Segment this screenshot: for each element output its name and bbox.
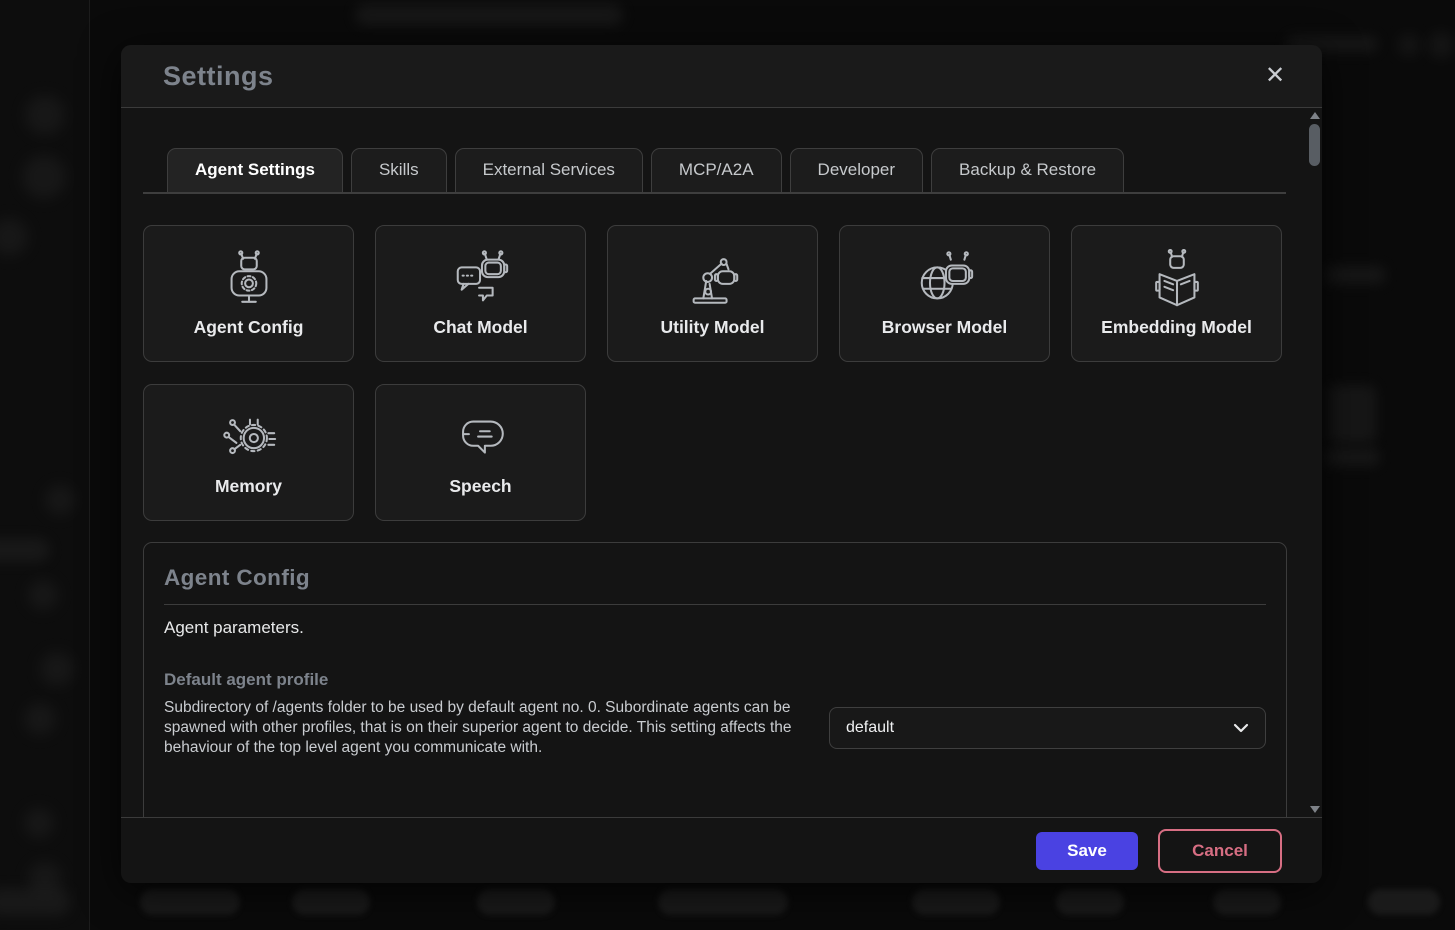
select-value: default xyxy=(846,719,894,737)
card-label: Memory xyxy=(215,476,282,497)
dimmed-shape xyxy=(1324,266,1386,284)
cancel-button[interactable]: Cancel xyxy=(1158,829,1282,873)
dimmed-shape xyxy=(25,95,65,135)
background-sidebar xyxy=(0,0,90,930)
scroll-down-icon[interactable] xyxy=(1310,806,1320,813)
dimmed-toolbar-pill xyxy=(658,889,788,915)
dimmed-shape xyxy=(1324,448,1380,466)
card-label: Utility Model xyxy=(660,317,764,338)
section-subtitle: Agent parameters. xyxy=(164,618,1266,638)
dimmed-toolbar-pill xyxy=(1056,889,1124,915)
dimmed-shape xyxy=(28,580,58,610)
dimmed-toolbar-pill xyxy=(1213,889,1281,915)
tab-backup-restore[interactable]: Backup & Restore xyxy=(931,148,1124,192)
card-embedding-model[interactable]: Embedding Model xyxy=(1071,225,1282,362)
speech-bubble-icon xyxy=(448,408,514,470)
section-divider xyxy=(164,604,1266,605)
dimmed-shape xyxy=(22,155,66,199)
default-agent-profile-field: Default agent profile Subdirectory of /a… xyxy=(164,670,1266,758)
card-memory[interactable]: Memory xyxy=(143,384,354,521)
book-robot-icon xyxy=(1144,249,1210,311)
default-agent-profile-select[interactable]: default xyxy=(829,707,1266,749)
dimmed-toolbar-pill xyxy=(477,889,555,915)
dimmed-toolbar-pill xyxy=(292,889,370,915)
circuit-gear-icon xyxy=(216,408,282,470)
dimmed-shape xyxy=(40,652,74,686)
card-label: Embedding Model xyxy=(1101,317,1252,338)
card-speech[interactable]: Speech xyxy=(375,384,586,521)
card-label: Agent Config xyxy=(194,317,304,338)
settings-modal: Settings ✕ Agent Settings Skills Externa… xyxy=(121,45,1322,883)
tab-mcp-a2a[interactable]: MCP/A2A xyxy=(651,148,782,192)
field-description: Subdirectory of /agents folder to be use… xyxy=(164,698,804,758)
dimmed-shape xyxy=(24,808,54,838)
close-button[interactable]: ✕ xyxy=(1258,59,1292,93)
robot-gear-icon xyxy=(216,249,282,311)
dimmed-shape xyxy=(0,538,50,562)
tab-agent-settings[interactable]: Agent Settings xyxy=(167,148,343,192)
scrollbar-thumb[interactable] xyxy=(1309,124,1320,166)
card-label: Speech xyxy=(449,476,511,497)
chat-robot-icon xyxy=(448,249,514,311)
card-agent-config[interactable]: Agent Config xyxy=(143,225,354,362)
modal-header: Settings ✕ xyxy=(121,45,1322,108)
dimmed-toolbar-pill xyxy=(912,889,1000,915)
robot-arm-icon xyxy=(680,249,746,311)
tab-external-services[interactable]: External Services xyxy=(455,148,643,192)
dimmed-shape xyxy=(0,218,28,256)
dimmed-toolbar-pill xyxy=(140,889,240,915)
dimmed-shape xyxy=(1398,34,1420,56)
card-label: Browser Model xyxy=(882,317,1007,338)
globe-robot-icon xyxy=(912,249,978,311)
close-icon: ✕ xyxy=(1265,62,1285,89)
modal-body: Agent Settings Skills External Services … xyxy=(121,108,1322,817)
card-chat-model[interactable]: Chat Model xyxy=(375,225,586,362)
dimmed-shape xyxy=(1428,32,1454,58)
card-label: Chat Model xyxy=(433,317,527,338)
dimmed-shape xyxy=(1328,385,1376,443)
card-utility-model[interactable]: Utility Model xyxy=(607,225,818,362)
tab-bar: Agent Settings Skills External Services … xyxy=(143,148,1286,194)
settings-cards-grid: Agent Config Chat Mo xyxy=(121,194,1308,521)
dimmed-shape xyxy=(355,4,623,26)
scroll-up-icon[interactable] xyxy=(1310,112,1320,119)
modal-title: Settings xyxy=(163,61,274,92)
modal-footer: Save Cancel xyxy=(121,817,1322,883)
dimmed-shape xyxy=(24,703,56,735)
tab-skills[interactable]: Skills xyxy=(351,148,447,192)
chevron-down-icon xyxy=(1233,723,1249,733)
tab-developer[interactable]: Developer xyxy=(790,148,924,192)
section-title: Agent Config xyxy=(164,561,1266,591)
card-browser-model[interactable]: Browser Model xyxy=(839,225,1050,362)
save-button[interactable]: Save xyxy=(1036,832,1138,870)
dimmed-shape xyxy=(45,485,75,515)
agent-config-section: Agent Config Agent parameters. Default a… xyxy=(143,542,1287,817)
field-label: Default agent profile xyxy=(164,670,1266,690)
dimmed-toolbar-pill xyxy=(1368,889,1440,915)
dimmed-shape xyxy=(0,888,70,916)
modal-scrollbar[interactable] xyxy=(1308,110,1321,815)
